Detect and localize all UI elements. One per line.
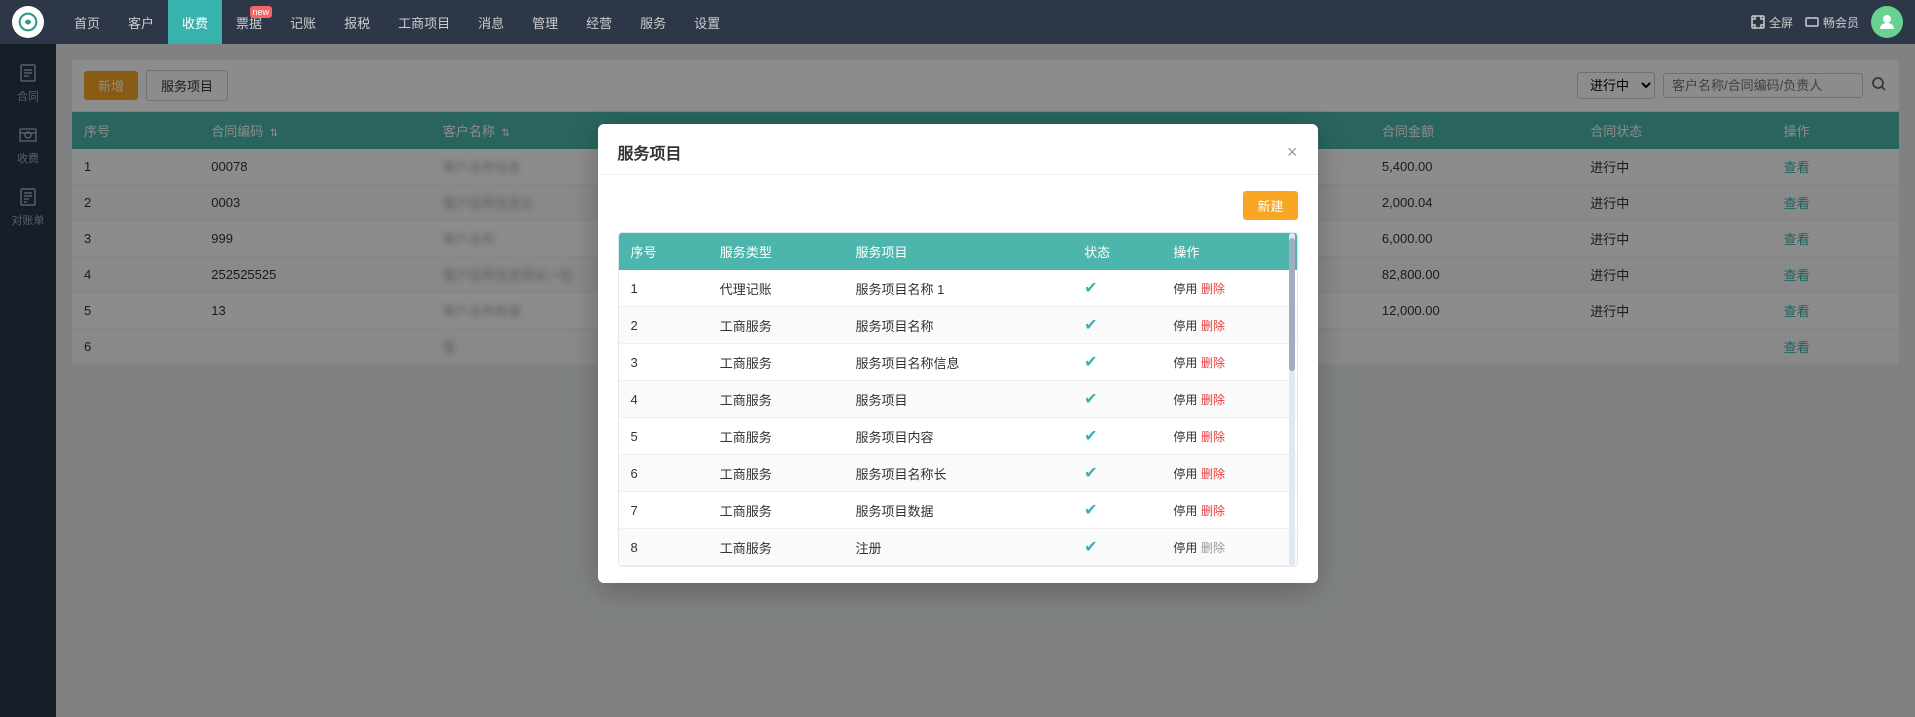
- modal-table-row: 5 工商服务 服务项目内容 ✔ 停用 删除: [619, 418, 1297, 455]
- main-content: 新增 服务项目 进行中 全部 已结束: [56, 44, 1915, 717]
- nav-right: 全屏 畅会员: [1751, 6, 1903, 38]
- modal-table-row: 7 工商服务 服务项目数据 ✔ 停用 删除: [619, 492, 1297, 529]
- top-nav: 首页 客户 收费 票据 new 记账 报税 工商项目 消息 管理 经营 服务 设…: [0, 0, 1915, 44]
- status-check-icon: ✔: [1084, 428, 1097, 445]
- status-check-icon: ✔: [1084, 465, 1097, 482]
- nav-item-operations[interactable]: 经营: [572, 0, 626, 44]
- stop-button[interactable]: 停用: [1173, 317, 1197, 334]
- stop-button[interactable]: 停用: [1173, 539, 1197, 556]
- nav-item-manage[interactable]: 管理: [518, 0, 572, 44]
- status-check-icon: ✔: [1084, 391, 1097, 408]
- service-modal: 服务项目 × 新建 序号 服务类型 服务项目: [598, 124, 1318, 583]
- nav-item-tax[interactable]: 报税: [330, 0, 384, 44]
- nav-item-accounts[interactable]: 记账: [276, 0, 330, 44]
- nav-item-service[interactable]: 服务: [626, 0, 680, 44]
- fullscreen-btn[interactable]: 全屏: [1751, 14, 1793, 31]
- modal-col-item: 服务项目: [844, 233, 1073, 270]
- nav-item-customer[interactable]: 客户: [114, 0, 168, 44]
- status-check-icon: ✔: [1084, 502, 1097, 519]
- modal-table-row: 4 工商服务 服务项目 ✔ 停用 删除: [619, 381, 1297, 418]
- delete-button[interactable]: 删除: [1201, 539, 1225, 556]
- user-avatar[interactable]: [1871, 6, 1903, 38]
- nav-item-fee[interactable]: 收费: [168, 0, 222, 44]
- logo[interactable]: [12, 6, 44, 38]
- modal-overlay: 服务项目 × 新建 序号 服务类型 服务项目: [56, 44, 1915, 717]
- delete-button[interactable]: 删除: [1201, 502, 1225, 519]
- nav-item-bills[interactable]: 票据 new: [222, 0, 276, 44]
- status-check-icon: ✔: [1084, 539, 1097, 556]
- modal-title: 服务项目: [618, 140, 682, 164]
- modal-table-wrap: 序号 服务类型 服务项目 状态 操作 1 代理记账: [618, 232, 1298, 567]
- modal-header: 服务项目 ×: [598, 124, 1318, 175]
- modal-body: 新建 序号 服务类型 服务项目 状态 操作: [598, 175, 1318, 583]
- modal-col-status: 状态: [1072, 233, 1161, 270]
- vip-btn[interactable]: 畅会员: [1805, 14, 1859, 31]
- modal-toolbar: 新建: [618, 191, 1298, 220]
- delete-button[interactable]: 删除: [1201, 317, 1225, 334]
- status-check-icon: ✔: [1084, 354, 1097, 371]
- modal-table-row: 1 代理记账 服务项目名称 1 ✔ 停用 删除: [619, 270, 1297, 307]
- delete-button[interactable]: 删除: [1201, 280, 1225, 297]
- status-check-icon: ✔: [1084, 280, 1097, 297]
- stop-button[interactable]: 停用: [1173, 391, 1197, 408]
- status-check-icon: ✔: [1084, 317, 1097, 334]
- modal-table-row: 6 工商服务 服务项目名称长 ✔ 停用 删除: [619, 455, 1297, 492]
- modal-table-row: 8 工商服务 注册 ✔ 停用 删除: [619, 529, 1297, 566]
- delete-button[interactable]: 删除: [1201, 428, 1225, 445]
- stop-button[interactable]: 停用: [1173, 465, 1197, 482]
- scrollbar-track[interactable]: [1289, 233, 1295, 566]
- nav-items: 首页 客户 收费 票据 new 记账 报税 工商项目 消息 管理 经营 服务 设…: [60, 0, 1751, 44]
- modal-new-button[interactable]: 新建: [1243, 191, 1297, 220]
- delete-button[interactable]: 删除: [1201, 354, 1225, 371]
- new-badge: new: [250, 6, 273, 18]
- modal-table-row: 3 工商服务 服务项目名称信息 ✔ 停用 删除: [619, 344, 1297, 381]
- nav-item-home[interactable]: 首页: [60, 0, 114, 44]
- stop-button[interactable]: 停用: [1173, 502, 1197, 519]
- nav-item-settings[interactable]: 设置: [680, 0, 734, 44]
- delete-button[interactable]: 删除: [1201, 391, 1225, 408]
- modal-col-action: 操作: [1161, 233, 1296, 270]
- modal-col-seq: 序号: [619, 233, 708, 270]
- modal-close-button[interactable]: ×: [1287, 143, 1298, 161]
- nav-item-messages[interactable]: 消息: [464, 0, 518, 44]
- scrollbar-thumb[interactable]: [1289, 238, 1295, 371]
- modal-col-type: 服务类型: [708, 233, 844, 270]
- nav-item-business[interactable]: 工商项目: [384, 0, 464, 44]
- app-body: 合同 收费 对账单: [0, 44, 1915, 717]
- stop-button[interactable]: 停用: [1173, 280, 1197, 297]
- modal-table: 序号 服务类型 服务项目 状态 操作 1 代理记账: [619, 233, 1297, 566]
- stop-button[interactable]: 停用: [1173, 354, 1197, 371]
- stop-button[interactable]: 停用: [1173, 428, 1197, 445]
- modal-table-row: 2 工商服务 服务项目名称 ✔ 停用 删除: [619, 307, 1297, 344]
- delete-button[interactable]: 删除: [1201, 465, 1225, 482]
